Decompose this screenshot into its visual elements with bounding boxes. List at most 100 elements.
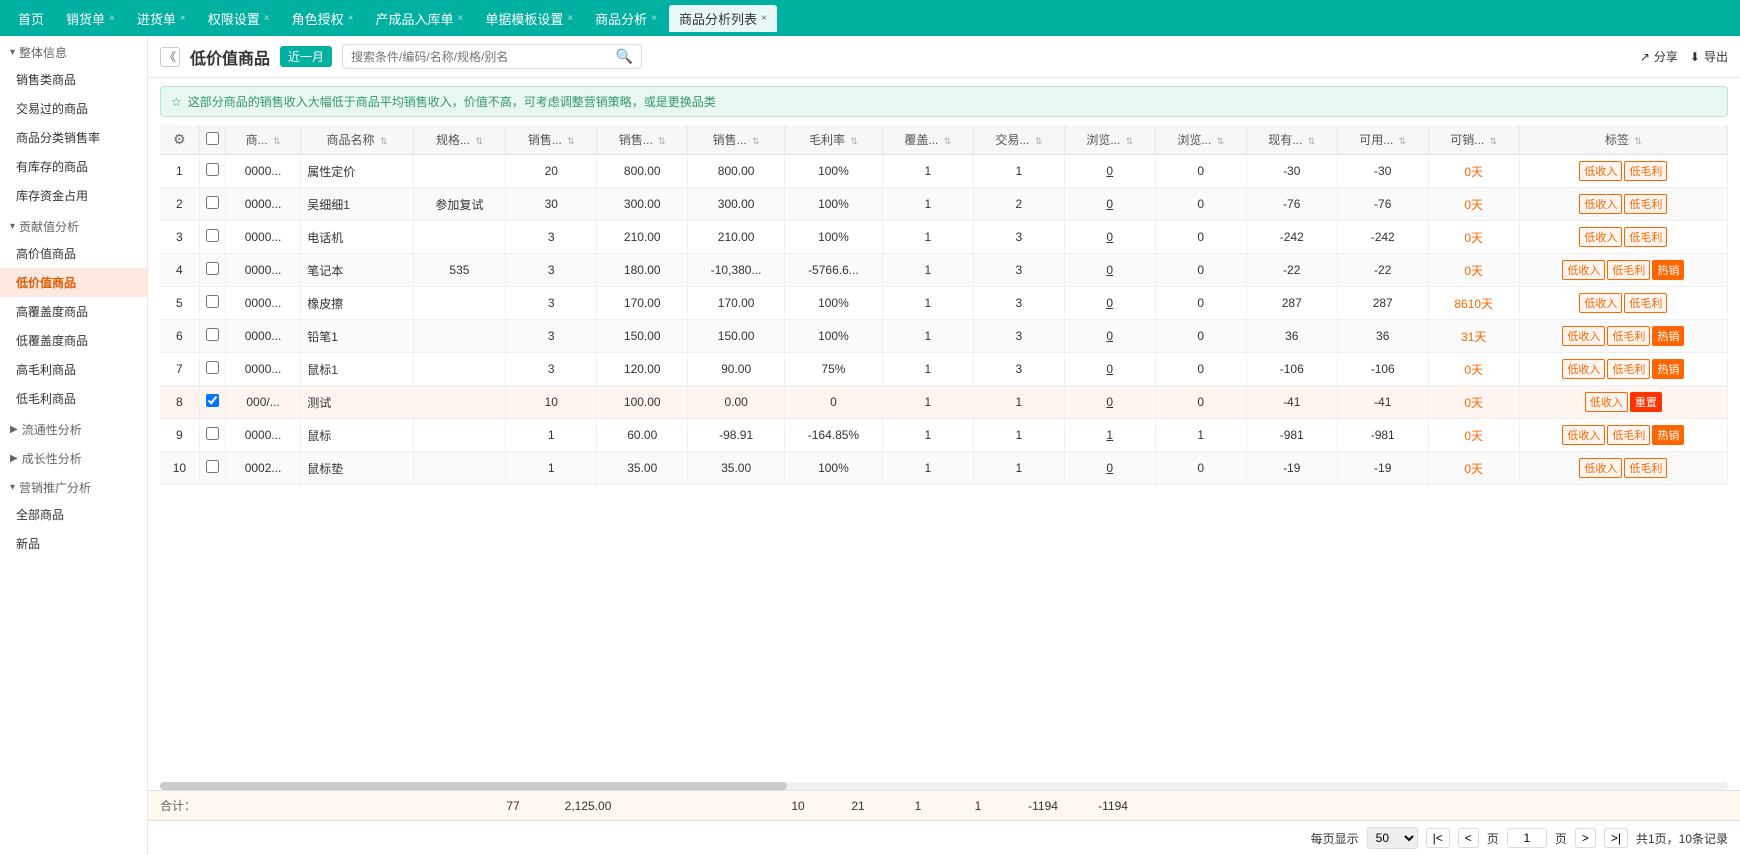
close-icon[interactable]: × xyxy=(567,13,573,24)
cell-sales-qty: 3 xyxy=(506,353,597,386)
cell-view1: 0 xyxy=(1064,287,1155,320)
cell-spec xyxy=(413,221,506,254)
row-checkbox[interactable] xyxy=(206,262,219,275)
nav-template-settings[interactable]: 单据模板设置 × xyxy=(475,5,583,32)
view1-link[interactable]: 0 xyxy=(1106,263,1113,277)
cell-sales-qty: 20 xyxy=(506,155,597,188)
sidebar-item-new-products[interactable]: 新品 xyxy=(0,529,147,558)
next-page-button[interactable]: > xyxy=(1575,828,1596,848)
cell-code: 0000... xyxy=(225,353,301,386)
row-checkbox[interactable] xyxy=(206,394,219,407)
cell-no: 8 xyxy=(160,386,199,419)
scrollbar-thumb[interactable] xyxy=(160,782,787,790)
row-checkbox[interactable] xyxy=(206,295,219,308)
sidebar-group-contribution[interactable]: ▾ 贡献值分析 xyxy=(0,210,147,239)
page-number-input[interactable] xyxy=(1507,828,1547,848)
view1-link[interactable]: 0 xyxy=(1106,230,1113,244)
row-checkbox[interactable] xyxy=(206,361,219,374)
sidebar-item-inventory-capital[interactable]: 库存资金占用 xyxy=(0,181,147,210)
close-icon[interactable]: × xyxy=(761,13,767,24)
nav-sales-order[interactable]: 销货单 × xyxy=(56,5,125,32)
collapse-sidebar-button[interactable]: 《 xyxy=(160,47,180,67)
first-page-button[interactable]: |< xyxy=(1426,828,1450,848)
sidebar-item-sales-products[interactable]: 销售类商品 xyxy=(0,65,147,94)
sidebar-item-all-products[interactable]: 全部商品 xyxy=(0,500,147,529)
sidebar-item-high-profit[interactable]: 高毛利商品 xyxy=(0,355,147,384)
sidebar-group-circulation[interactable]: ▶ 流通性分析 xyxy=(0,413,147,442)
cell-trade: 3 xyxy=(973,221,1064,254)
cell-no: 4 xyxy=(160,254,199,287)
row-checkbox[interactable] xyxy=(206,460,219,473)
nav-role-auth[interactable]: 角色授权 × xyxy=(282,5,364,32)
prev-page-button[interactable]: < xyxy=(1458,828,1479,848)
sidebar-item-traded-products[interactable]: 交易过的商品 xyxy=(0,94,147,123)
sidebar-group-marketing[interactable]: ▾ 营销推广分析 xyxy=(0,471,147,500)
sidebar-item-low-profit[interactable]: 低毛利商品 xyxy=(0,384,147,413)
pagination-bar: 每页显示 50 100 200 |< < 页 页 > >| 共1页，10条记录 xyxy=(148,820,1740,855)
sidebar-item-stocked-products[interactable]: 有库存的商品 xyxy=(0,152,147,181)
row-checkbox[interactable] xyxy=(206,196,219,209)
tag-badge: 低收入 xyxy=(1562,326,1605,346)
cell-sales-val: 150.00 xyxy=(688,320,785,353)
cell-gross-margin: 0 xyxy=(785,386,883,419)
settings-icon[interactable]: ⚙ xyxy=(173,131,186,147)
cell-view2: 0 xyxy=(1155,188,1246,221)
nav-permission-settings[interactable]: 权限设置 × xyxy=(198,5,280,32)
row-checkbox[interactable] xyxy=(206,427,219,440)
page-size-select[interactable]: 50 100 200 xyxy=(1367,827,1418,849)
share-button[interactable]: ↗ 分享 xyxy=(1640,48,1678,65)
sidebar-item-low-coverage[interactable]: 低覆盖度商品 xyxy=(0,326,147,355)
cell-gross-margin: 100% xyxy=(785,188,883,221)
cell-view1: 0 xyxy=(1064,452,1155,485)
cell-sales-val: 170.00 xyxy=(688,287,785,320)
sidebar-item-high-coverage[interactable]: 高覆盖度商品 xyxy=(0,297,147,326)
row-checkbox[interactable] xyxy=(206,163,219,176)
export-button[interactable]: ⬇ 导出 xyxy=(1690,48,1728,65)
search-input[interactable] xyxy=(351,50,610,64)
close-icon[interactable]: × xyxy=(264,13,270,24)
sidebar-item-category-sales-rate[interactable]: 商品分类销售率 xyxy=(0,123,147,152)
view1-link[interactable]: 0 xyxy=(1106,329,1113,343)
cell-code: 0000... xyxy=(225,221,301,254)
col-view1: 浏览... ⇅ xyxy=(1064,125,1155,155)
nav-product-analysis-list[interactable]: 商品分析列表 × xyxy=(669,5,777,32)
last-page-button[interactable]: >| xyxy=(1604,828,1628,848)
view1-link[interactable]: 0 xyxy=(1106,164,1113,178)
close-icon[interactable]: × xyxy=(180,13,186,24)
cell-trade: 3 xyxy=(973,320,1064,353)
close-icon[interactable]: × xyxy=(457,13,463,24)
nav-purchase-order[interactable]: 进货单 × xyxy=(127,5,196,32)
tag-badge: 热销 xyxy=(1652,260,1684,280)
filter-tag-recent-month[interactable]: 近一月 xyxy=(280,46,332,67)
nav-product-analysis[interactable]: 商品分析 × xyxy=(585,5,667,32)
view1-link[interactable]: 0 xyxy=(1106,197,1113,211)
view1-link[interactable]: 0 xyxy=(1106,395,1113,409)
close-icon[interactable]: × xyxy=(651,13,657,24)
row-checkbox[interactable] xyxy=(206,229,219,242)
cell-coverage: 1 xyxy=(882,353,973,386)
close-icon[interactable]: × xyxy=(348,13,354,24)
sidebar-item-high-value[interactable]: 高价值商品 xyxy=(0,239,147,268)
horizontal-scrollbar[interactable] xyxy=(160,782,1728,790)
sidebar-item-low-value[interactable]: 低价值商品 xyxy=(0,268,147,297)
view1-link[interactable]: 1 xyxy=(1106,428,1113,442)
data-table-container: ⚙ 商... ⇅ 商品名称 ⇅ 规格... ⇅ 销售... ⇅ 销售... ⇅ … xyxy=(148,125,1740,782)
close-icon[interactable]: × xyxy=(109,13,115,24)
top-navigation: 首页 销货单 × 进货单 × 权限设置 × 角色授权 × 产成品入库单 × 单据… xyxy=(0,0,1740,36)
sidebar-group-growth[interactable]: ▶ 成长性分析 xyxy=(0,442,147,471)
select-all-checkbox[interactable] xyxy=(206,132,219,145)
nav-home[interactable]: 首页 xyxy=(8,5,54,32)
view1-link[interactable]: 0 xyxy=(1106,362,1113,376)
row-checkbox[interactable] xyxy=(206,328,219,341)
cell-view2: 0 xyxy=(1155,320,1246,353)
view1-link[interactable]: 0 xyxy=(1106,296,1113,310)
cell-sales-qty: 30 xyxy=(506,188,597,221)
search-icon[interactable]: 🔍 xyxy=(616,48,633,65)
cell-sales-val: 35.00 xyxy=(688,452,785,485)
sidebar-group-overall[interactable]: ▾ 整体信息 xyxy=(0,36,147,65)
nav-product-inbound[interactable]: 产成品入库单 × xyxy=(365,5,473,32)
cell-sales-qty: 3 xyxy=(506,221,597,254)
cell-view1: 1 xyxy=(1064,419,1155,452)
view1-link[interactable]: 0 xyxy=(1106,461,1113,475)
tag-badge: 低收入 xyxy=(1579,293,1622,313)
